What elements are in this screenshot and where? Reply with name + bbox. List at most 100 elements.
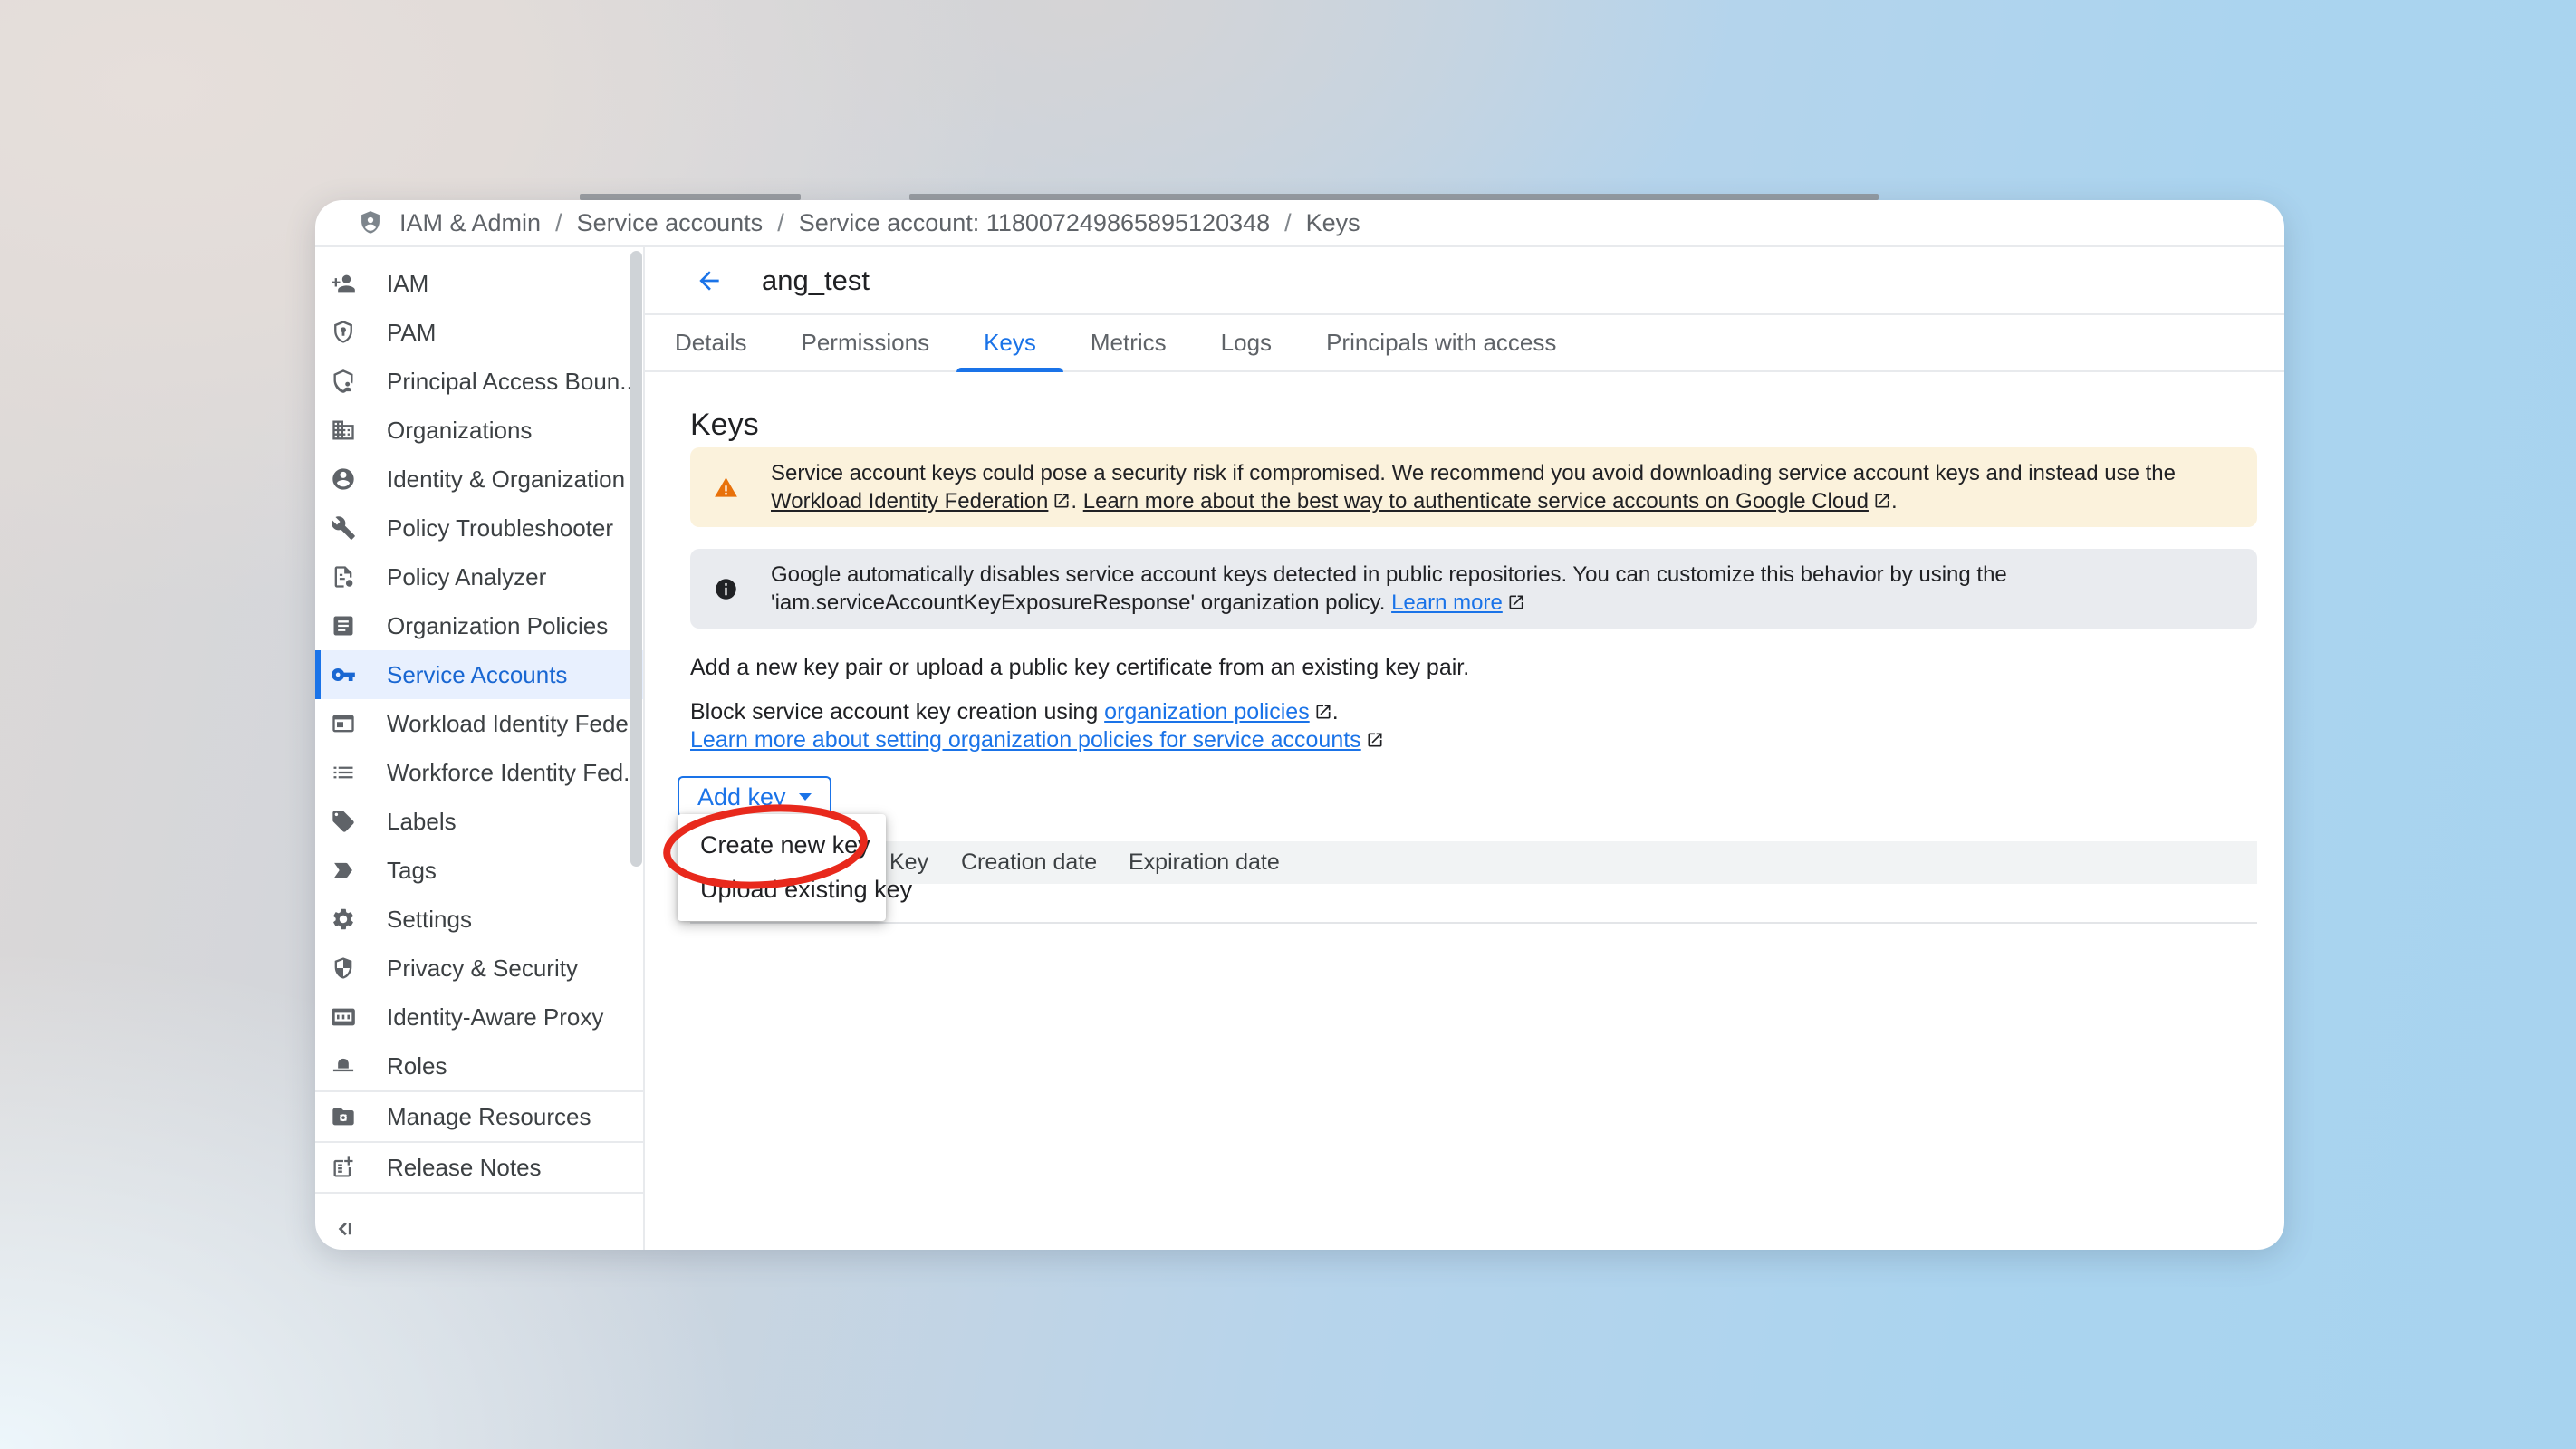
workload-identity-federation-link[interactable]: Workload Identity Federation [771, 489, 1048, 513]
tab-principals-with-access[interactable]: Principals with access [1299, 315, 1583, 370]
sidebar-item-label: Policy Troubleshooter [387, 513, 614, 542]
info-banner-text: Google automatically disables service ac… [771, 561, 2234, 617]
sidebar-item-organization-policies[interactable]: Organization Policies [315, 601, 643, 650]
sidebar-item-organizations[interactable]: Organizations [315, 406, 643, 455]
organization-policies-link[interactable]: organization policies [1104, 699, 1310, 724]
sidebar-item-tags[interactable]: Tags [315, 846, 643, 895]
tab-metrics[interactable]: Metrics [1063, 315, 1194, 370]
keys-table: Key Creation date Expiration date [690, 841, 2257, 924]
sidebar-collapse-button[interactable] [315, 1192, 643, 1250]
menu-item-create-new-key[interactable]: Create new key [678, 823, 886, 868]
breadcrumb-separator: / [777, 208, 784, 236]
tab-logs[interactable]: Logs [1194, 315, 1299, 370]
wrench-icon [331, 515, 356, 541]
warning-banner: Service account keys could pose a securi… [690, 447, 2257, 527]
sidebar-item-identity-organization[interactable]: Identity & Organization [315, 455, 643, 504]
proxy-icon [331, 1004, 356, 1030]
desktop-background: { "colors": { "accent_blue": "#1a73e8", … [0, 0, 2576, 1449]
menu-item-upload-existing-key[interactable]: Upload existing key [678, 868, 912, 912]
sidebar-item-labels[interactable]: Labels [315, 797, 643, 846]
sidebar-item-policy-analyzer[interactable]: Policy Analyzer [315, 552, 643, 601]
sidebar-item-label: Service Accounts [387, 660, 568, 688]
breadcrumb-segment: Keys [1305, 208, 1360, 236]
page-header: ang_test [645, 247, 2284, 315]
sidebar-item-manage-resources[interactable]: Manage Resources [315, 1090, 643, 1141]
breadcrumb-separator: / [555, 208, 562, 236]
sidebar-item-label: Labels [387, 807, 457, 835]
section-heading: Keys [690, 408, 759, 442]
sidebar-item-label: Workforce Identity Fed... [387, 758, 643, 786]
folder-gear-icon [331, 1104, 356, 1129]
document-lines-icon [331, 613, 356, 638]
external-link-icon [1053, 489, 1071, 508]
breadcrumb-segment[interactable]: Service accounts [577, 209, 764, 236]
shield-half-icon [331, 955, 356, 981]
block-text-post: . [1331, 699, 1339, 724]
breadcrumb-segment[interactable]: Service account: 118007249865895120348 [799, 209, 1270, 236]
setting-org-policies-link[interactable]: Learn more about setting organization po… [690, 727, 1361, 753]
authenticate-learn-more-link[interactable]: Learn more about the best way to authent… [1083, 489, 1869, 513]
sidebar-item-release-notes[interactable]: Release Notes [315, 1141, 643, 1192]
organization-icon [331, 417, 356, 443]
release-notes-icon [331, 1155, 356, 1180]
sidebar-item-workload-identity-fede[interactable]: Workload Identity Fede... [315, 699, 643, 748]
sidebar-item-identity-aware-proxy[interactable]: Identity-Aware Proxy [315, 993, 643, 1041]
sidebar-item-label: Organizations [387, 416, 533, 444]
back-button[interactable] [695, 266, 724, 295]
shield-person-icon [331, 369, 356, 394]
gear-icon [331, 907, 356, 932]
block-text-pre: Block service account key creation using [690, 699, 1105, 724]
account-circle-icon [331, 466, 356, 492]
tab-keys[interactable]: Keys [956, 315, 1063, 372]
warning-triangle-icon [714, 475, 738, 500]
sidebar-item-service-accounts[interactable]: Service Accounts [315, 650, 643, 699]
sidebar-item-principal-access-boun[interactable]: Principal Access Boun... [315, 357, 643, 406]
external-link-icon [1873, 489, 1891, 508]
block-key-creation-text: Block service account key creation using… [690, 698, 2284, 754]
sidebar-item-label: Policy Analyzer [387, 562, 547, 590]
person-add-icon [331, 271, 356, 296]
sidebar-item-settings[interactable]: Settings [315, 895, 643, 944]
sidebar-item-workforce-identity-fed[interactable]: Workforce Identity Fed... [315, 748, 643, 797]
key-icon [331, 662, 356, 687]
external-link-icon [1507, 590, 1525, 609]
sidebar-scrollbar[interactable] [630, 251, 642, 867]
info-circle-icon [714, 577, 738, 601]
breadcrumb-segments: IAM & Admin / Service accounts / Service acc… [399, 209, 1360, 237]
background-window-edge [580, 194, 801, 200]
sidebar-item-roles[interactable]: Roles [315, 1041, 643, 1090]
info-banner: Google automatically disables service ac… [690, 549, 2257, 629]
info-text-pre: Google automatically disables service ac… [771, 562, 2007, 615]
hat-icon [331, 1053, 356, 1079]
add-key-button[interactable]: Add key [678, 776, 831, 818]
sidebar-item-label: Organization Policies [387, 611, 609, 639]
sidebar-item-label: Identity & Organization [387, 465, 626, 493]
sidebar-item-label: Manage Resources [387, 1102, 591, 1130]
add-key-label: Add key [697, 782, 786, 811]
sidebar-item-label: Workload Identity Fede... [387, 709, 643, 737]
sidebar-item-privacy-security[interactable]: Privacy & Security [315, 944, 643, 993]
background-window-edge [909, 194, 1879, 200]
sidebar-item-label: Identity-Aware Proxy [387, 1003, 604, 1031]
chevron-down-icon [798, 793, 812, 801]
sidebar-item-policy-troubleshooter[interactable]: Policy Troubleshooter [315, 504, 643, 552]
warning-text-mid: . [1071, 489, 1083, 513]
sidebar-item-label: Release Notes [387, 1153, 542, 1181]
breadcrumb-segment[interactable]: IAM & Admin [399, 209, 541, 236]
sidebar-item-label: Roles [387, 1051, 447, 1080]
sidebar-item-iam[interactable]: IAM [315, 259, 643, 308]
sidebar-item-label: Tags [387, 856, 437, 884]
list-icon [331, 760, 356, 785]
card-icon [331, 711, 356, 736]
sidebar-item-label: PAM [387, 318, 437, 346]
tab-details[interactable]: Details [648, 315, 774, 370]
policy-analyzer-icon [331, 564, 356, 590]
sidebar: IAM PAM Principal Access Boun... Organiz… [315, 247, 645, 1250]
sidebar-item-label: Settings [387, 905, 472, 933]
sidebar-item-pam[interactable]: PAM [315, 308, 643, 357]
key-exposure-learn-more-link[interactable]: Learn more [1391, 590, 1503, 615]
warning-text-pre: Service account keys could pose a securi… [771, 461, 2176, 485]
warning-banner-text: Service account keys could pose a securi… [771, 459, 2234, 515]
tab-permissions[interactable]: Permissions [774, 315, 956, 370]
warning-text-post: . [1890, 489, 1898, 513]
